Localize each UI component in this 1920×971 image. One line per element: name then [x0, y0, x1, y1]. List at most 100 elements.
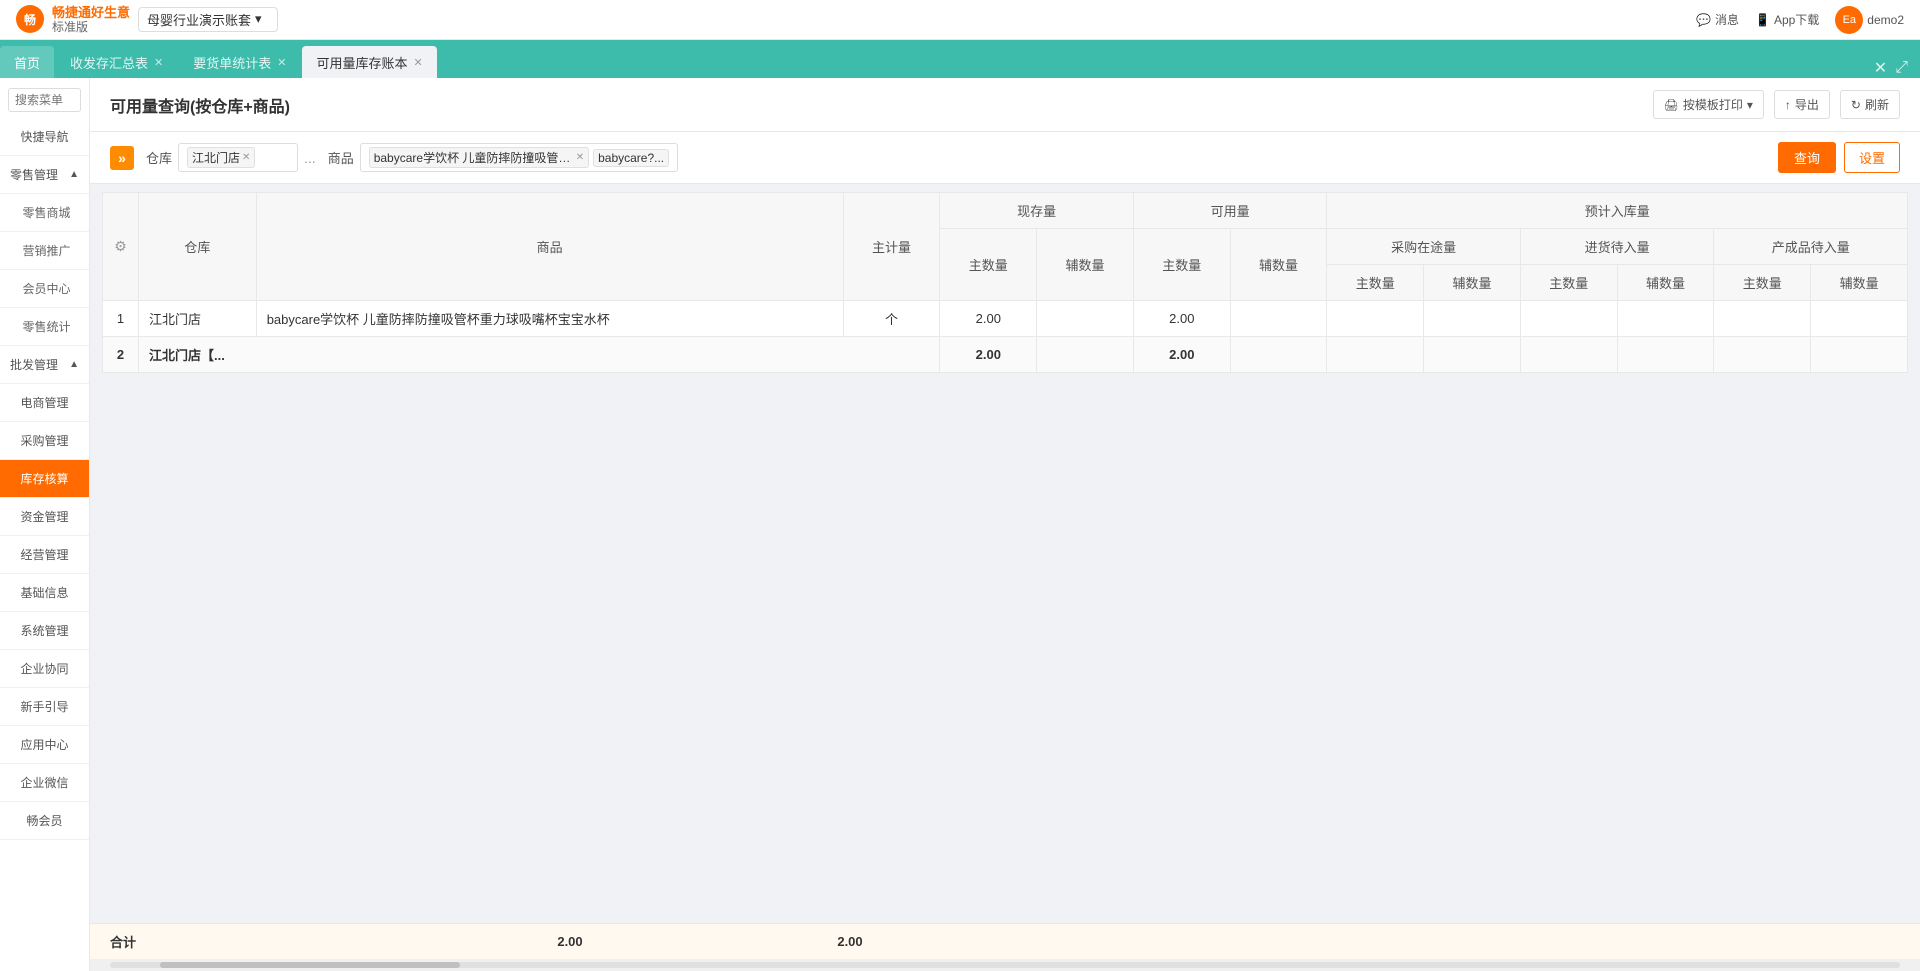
app-download-button[interactable]: 📱 App下载 [1755, 11, 1819, 28]
footer-current-aux [680, 934, 740, 949]
col-arrival-header: 进货待入量 [1520, 229, 1714, 265]
product-tag-1: babycare学饮杯 儿童防摔防撞吸管杯重力球吸嘴杯宝宝水杯 ✕ [369, 147, 589, 168]
top-bar: 畅 畅捷通好生意 标准版 母婴行业演示账套 ▾ 💬 消息 📱 App下载 Ea … [0, 0, 1920, 40]
sidebar-group-zero-retail[interactable]: 零售管理 ▲ [0, 156, 89, 194]
subtotal-label: 江北门店【... [139, 337, 940, 373]
industry-select[interactable]: 母婴行业演示账套 ▾ [138, 7, 278, 32]
sidebar-group-batch[interactable]: 批发管理 ▲ [0, 346, 89, 384]
sidebar-item-guide[interactable]: 新手引导 [0, 688, 89, 726]
row-arrival-main-1 [1520, 301, 1617, 337]
filter-actions: 查询 设置 [1778, 142, 1900, 173]
sidebar-item-system[interactable]: 系统管理 [0, 612, 89, 650]
product-label: 商品 [328, 148, 354, 167]
row-unit-1: 个 [843, 301, 940, 337]
subtotal-current-main: 2.00 [940, 337, 1037, 373]
sidebar: 快捷导航 零售管理 ▲ 零售商城 营销推广 会员中心 零售统计 批发管理 ▲ 电… [0, 78, 90, 971]
horizontal-scrollbar[interactable] [90, 959, 1920, 971]
refresh-icon: ↻ [1851, 98, 1861, 112]
product-tag-container[interactable]: babycare学饮杯 儿童防摔防撞吸管杯重力球吸嘴杯宝宝水杯 ✕ babyca… [360, 143, 678, 172]
sidebar-item-vip[interactable]: 畅会员 [0, 802, 89, 840]
subtotal-prod-main [1714, 337, 1811, 373]
col-avail-main-header: 主数量 [1133, 229, 1230, 301]
table-row: 1 江北门店 babycare学饮杯 儿童防摔防撞吸管杯重力球吸嘴杯宝宝水杯 个… [103, 301, 1908, 337]
warehouse-label: 仓库 [146, 148, 172, 167]
chevron-up-icon: ▲ [69, 169, 79, 180]
sidebar-item-enterprise[interactable]: 企业协同 [0, 650, 89, 688]
phone-icon: 📱 [1755, 13, 1770, 27]
tab-receive-pay[interactable]: 收发存汇总表 ✕ [56, 46, 177, 78]
sidebar-item-marketing[interactable]: 营销推广 [0, 232, 89, 270]
close-all-tabs-icon[interactable]: ✕ [1874, 58, 1887, 78]
row-arrival-aux-1 [1617, 301, 1714, 337]
subtotal-pur-aux [1424, 337, 1521, 373]
export-button[interactable]: ↑ 导出 [1774, 90, 1830, 119]
row-pur-main-1 [1327, 301, 1424, 337]
warehouse-filter: 仓库 江北门店 ✕ ... [146, 143, 316, 172]
chevron-up-icon-2: ▲ [69, 359, 79, 370]
col-current-main-header: 主数量 [940, 229, 1037, 301]
col-avail-aux-header: 辅数量 [1230, 229, 1327, 301]
sidebar-item-appstore[interactable]: 应用中心 [0, 726, 89, 764]
subtotal-avail-aux [1230, 337, 1327, 373]
main-layout: 快捷导航 零售管理 ▲ 零售商城 营销推广 会员中心 零售统计 批发管理 ▲ 电… [0, 78, 1920, 971]
sidebar-item-retail-mall[interactable]: 零售商城 [0, 194, 89, 232]
template-print-button[interactable]: 🖨 按模板打印 ▾ [1653, 90, 1764, 119]
warehouse-tag-close[interactable]: ✕ [242, 152, 250, 163]
sidebar-item-purchase[interactable]: 采购管理 [0, 422, 89, 460]
sidebar-item-quick-nav[interactable]: 快捷导航 [0, 118, 89, 156]
col-current-aux-header: 辅数量 [1037, 229, 1134, 301]
row-avail-main-1: 2.00 [1133, 301, 1230, 337]
nav-tabs-right: ✕ ⤢ [1874, 58, 1920, 78]
warehouse-tag-container[interactable]: 江北门店 ✕ [178, 143, 298, 172]
search-input[interactable] [8, 88, 81, 112]
setting-button[interactable]: 设置 [1844, 142, 1900, 173]
close-tab-order-stats[interactable]: ✕ [277, 56, 286, 69]
sidebar-item-member[interactable]: 会员中心 [0, 270, 89, 308]
col-current-stock-header: 现存量 [940, 193, 1134, 229]
query-button[interactable]: 查询 [1778, 142, 1836, 173]
export-icon: ↑ [1785, 98, 1791, 112]
filter-expand-button[interactable]: » [110, 146, 134, 170]
top-bar-right: 💬 消息 📱 App下载 Ea demo2 [1696, 6, 1904, 34]
column-settings-icon[interactable]: ⚙ [114, 238, 127, 254]
maximize-icon[interactable]: ⤢ [1895, 59, 1908, 77]
sidebar-item-operation[interactable]: 经营管理 [0, 536, 89, 574]
close-tab-available-stock[interactable]: ✕ [414, 56, 423, 69]
tab-order-stats[interactable]: 要货单统计表 ✕ [179, 46, 300, 78]
warehouse-filter-dots[interactable]: ... [304, 150, 316, 166]
row-prod-main-1 [1714, 301, 1811, 337]
footer-current-main: 2.00 [540, 934, 600, 949]
close-tab-receive-pay[interactable]: ✕ [154, 56, 163, 69]
row-avail-aux-1 [1230, 301, 1327, 337]
sidebar-item-wecom[interactable]: 企业微信 [0, 764, 89, 802]
refresh-button[interactable]: ↻ 刷新 [1840, 90, 1900, 119]
tab-available-stock[interactable]: 可用量库存账本 ✕ [302, 46, 436, 78]
sidebar-item-finance[interactable]: 资金管理 [0, 498, 89, 536]
sidebar-item-retail-stats[interactable]: 零售统计 [0, 308, 89, 346]
sidebar-item-ecommerce[interactable]: 电商管理 [0, 384, 89, 422]
subtotal-arrival-aux [1617, 337, 1714, 373]
sidebar-item-inventory[interactable]: 库存核算 [0, 460, 89, 498]
subtotal-num: 2 [103, 337, 139, 373]
col-planned-inbound-header: 预计入库量 [1327, 193, 1908, 229]
subtotal-row: 2 江北门店【... 2.00 2.00 [103, 337, 1908, 373]
col-prod-main-header: 主数量 [1714, 265, 1811, 301]
logo-icon: 畅 [16, 5, 44, 33]
col-pur-transit-header: 采购在途量 [1327, 229, 1521, 265]
product-tag-1-close[interactable]: ✕ [576, 152, 584, 163]
row-current-main-1: 2.00 [940, 301, 1037, 337]
table-container[interactable]: ⚙ 仓库 商品 主计量 现存量 可用量 预计入库量 主数量 辅数量 主数量 辅数… [90, 192, 1920, 923]
scrollbar-thumb[interactable] [160, 962, 460, 968]
user-menu[interactable]: Ea demo2 [1835, 6, 1904, 34]
row-current-aux-1 [1037, 301, 1134, 337]
col-pur-main-header: 主数量 [1327, 265, 1424, 301]
page-title: 可用量查询(按仓库+商品) [110, 93, 290, 129]
sidebar-item-basic[interactable]: 基础信息 [0, 574, 89, 612]
col-pur-aux-header: 辅数量 [1424, 265, 1521, 301]
col-available-header: 可用量 [1133, 193, 1327, 229]
tab-home[interactable]: 首页 [0, 46, 54, 78]
row-pur-aux-1 [1424, 301, 1521, 337]
col-production-header: 产成品待入量 [1714, 229, 1908, 265]
message-button[interactable]: 💬 消息 [1696, 11, 1739, 28]
col-unit-header: 主计量 [843, 193, 940, 301]
